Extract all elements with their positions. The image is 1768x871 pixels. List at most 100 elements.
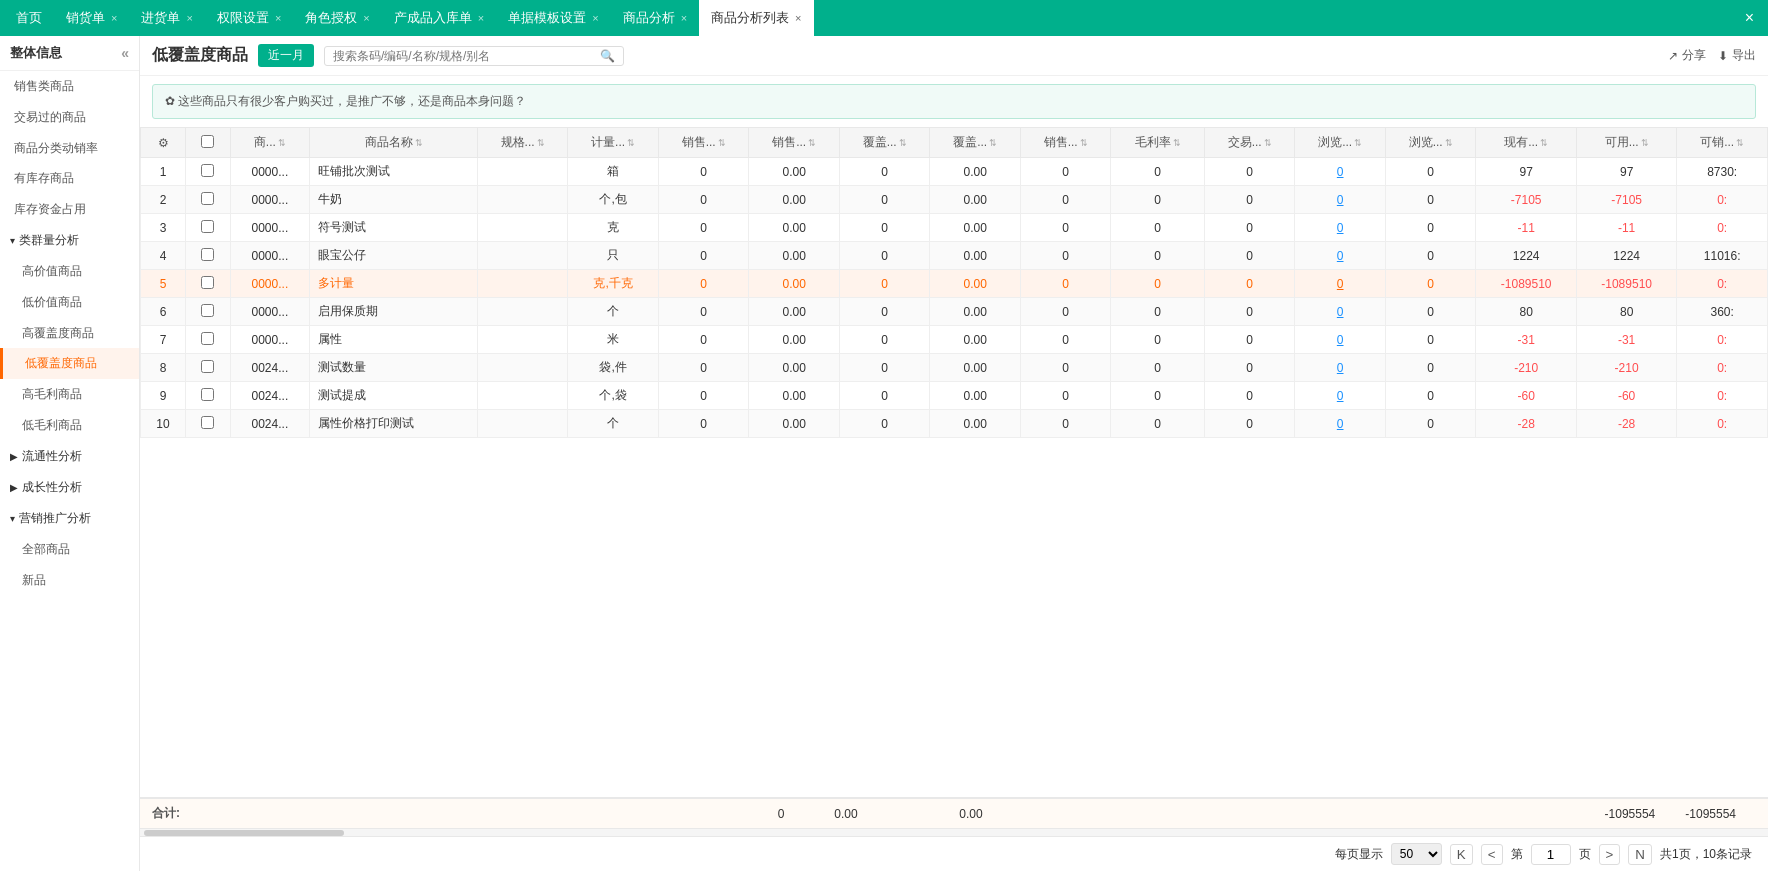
nav-tab-purchase[interactable]: 进货单 × [129, 0, 204, 36]
sidebar-item-category-rate[interactable]: 商品分类动销率 [0, 133, 139, 164]
window-close-button[interactable]: × [1735, 9, 1764, 27]
sidebar-item-capital[interactable]: 库存资金占用 [0, 194, 139, 225]
nav-tab-analysis[interactable]: 商品分析 × [611, 0, 699, 36]
row-name[interactable]: 启用保质期 [310, 298, 478, 326]
close-icon[interactable]: × [111, 12, 117, 24]
row-browse1[interactable]: 0 [1295, 382, 1386, 410]
row-browse1[interactable]: 0 [1295, 270, 1386, 298]
sidebar-group-growth[interactable]: ▶ 成长性分析 [0, 472, 139, 503]
sidebar-group-flow[interactable]: ▶ 流通性分析 [0, 441, 139, 472]
sidebar-group-cluster[interactable]: ▾ 类群量分析 [0, 225, 139, 256]
th-sales-amt[interactable]: 销售...⇅ [749, 128, 840, 158]
page-number-input[interactable] [1531, 844, 1571, 865]
sidebar-item-low-margin[interactable]: 低毛利商品 [0, 410, 139, 441]
row-name[interactable]: 眼宝公仔 [310, 242, 478, 270]
row-checkbox[interactable] [186, 158, 231, 186]
time-filter-button[interactable]: 近一月 [258, 44, 314, 67]
search-input[interactable] [333, 49, 596, 63]
close-icon[interactable]: × [275, 12, 281, 24]
th-cover2[interactable]: 覆盖...⇅ [930, 128, 1021, 158]
row-name[interactable]: 测试提成 [310, 382, 478, 410]
row-name[interactable]: 符号测试 [310, 214, 478, 242]
th-margin[interactable]: 毛利率⇅ [1111, 128, 1204, 158]
prev-page-button[interactable]: < [1481, 844, 1503, 865]
nav-tab-sales[interactable]: 销货单 × [54, 0, 129, 36]
close-icon[interactable]: × [795, 12, 801, 24]
close-icon[interactable]: × [681, 12, 687, 24]
row-checkbox[interactable] [186, 382, 231, 410]
sidebar-item-low-coverage[interactable]: 低覆盖度商品 [0, 348, 139, 379]
sidebar-item-traded-goods[interactable]: 交易过的商品 [0, 102, 139, 133]
row-name[interactable]: 旺铺批次测试 [310, 158, 478, 186]
nav-tab-template[interactable]: 单据模板设置 × [496, 0, 610, 36]
export-button[interactable]: ⬇ 导出 [1718, 47, 1756, 64]
th-sellable[interactable]: 可销...⇅ [1677, 128, 1768, 158]
row-name[interactable]: 多计量 [310, 270, 478, 298]
share-button[interactable]: ↗ 分享 [1668, 47, 1706, 64]
row-browse1[interactable]: 0 [1295, 410, 1386, 438]
close-icon[interactable]: × [478, 12, 484, 24]
th-name[interactable]: 商品名称⇅ [310, 128, 478, 158]
row-checkbox[interactable] [186, 242, 231, 270]
th-checkbox[interactable] [186, 128, 231, 158]
sidebar-item-high-coverage[interactable]: 高覆盖度商品 [0, 318, 139, 349]
th-browse2[interactable]: 浏览...⇅ [1385, 128, 1476, 158]
sidebar-collapse-button[interactable]: « [121, 45, 129, 61]
th-stock1[interactable]: 现有...⇅ [1476, 128, 1576, 158]
nav-tab-inventory[interactable]: 产成品入库单 × [382, 0, 496, 36]
close-icon[interactable]: × [592, 12, 598, 24]
row-trade: 0 [1204, 326, 1295, 354]
th-browse1[interactable]: 浏览...⇅ [1295, 128, 1386, 158]
nav-tab-home[interactable]: 首页 [4, 0, 54, 36]
select-all-checkbox[interactable] [201, 135, 214, 148]
close-icon[interactable]: × [363, 12, 369, 24]
row-name[interactable]: 测试数量 [310, 354, 478, 382]
table-header-row: ⚙ 商...⇅ 商品名称⇅ 规格...⇅ 计量...⇅ 销售...⇅ 销售...… [141, 128, 1768, 158]
nav-tab-perms[interactable]: 权限设置 × [205, 0, 293, 36]
th-sales-qty[interactable]: 销售...⇅ [658, 128, 749, 158]
sidebar-group-marketing[interactable]: ▾ 营销推广分析 [0, 503, 139, 534]
th-trade[interactable]: 交易...⇅ [1204, 128, 1295, 158]
sidebar-item-stocked-goods[interactable]: 有库存商品 [0, 163, 139, 194]
horizontal-scrollbar[interactable] [144, 830, 344, 836]
row-browse1[interactable]: 0 [1295, 298, 1386, 326]
sidebar-item-low-value[interactable]: 低价值商品 [0, 287, 139, 318]
row-name[interactable]: 属性 [310, 326, 478, 354]
row-checkbox[interactable] [186, 410, 231, 438]
row-checkbox[interactable] [186, 270, 231, 298]
th-cover1[interactable]: 覆盖...⇅ [839, 128, 930, 158]
nav-tab-analysis-list[interactable]: 商品分析列表 × [699, 0, 813, 36]
row-name[interactable]: 牛奶 [310, 186, 478, 214]
row-browse1[interactable]: 0 [1295, 326, 1386, 354]
sidebar-item-all-goods[interactable]: 全部商品 [0, 534, 139, 565]
row-browse1[interactable]: 0 [1295, 242, 1386, 270]
sidebar-item-high-margin[interactable]: 高毛利商品 [0, 379, 139, 410]
row-checkbox[interactable] [186, 354, 231, 382]
row-name[interactable]: 属性价格打印测试 [310, 410, 478, 438]
row-checkbox[interactable] [186, 214, 231, 242]
sidebar-item-sales-goods[interactable]: 销售类商品 [0, 71, 139, 102]
settings-icon[interactable]: ⚙ [158, 136, 169, 150]
th-settings[interactable]: ⚙ [141, 128, 186, 158]
page-size-select[interactable]: 20 50 100 200 [1391, 843, 1442, 865]
row-checkbox[interactable] [186, 298, 231, 326]
row-checkbox[interactable] [186, 326, 231, 354]
th-stock2[interactable]: 可用...⇅ [1576, 128, 1676, 158]
th-code[interactable]: 商...⇅ [230, 128, 310, 158]
first-page-button[interactable]: K [1450, 844, 1473, 865]
sidebar-item-high-value[interactable]: 高价值商品 [0, 256, 139, 287]
row-browse1[interactable]: 0 [1295, 214, 1386, 242]
row-browse1[interactable]: 0 [1295, 158, 1386, 186]
row-browse1[interactable]: 0 [1295, 186, 1386, 214]
last-page-button[interactable]: N [1628, 844, 1652, 865]
th-unit[interactable]: 计量...⇅ [568, 128, 659, 158]
th-sales3[interactable]: 销售...⇅ [1020, 128, 1111, 158]
close-icon[interactable]: × [186, 12, 192, 24]
nav-tab-roles[interactable]: 角色授权 × [293, 0, 381, 36]
data-table-wrapper[interactable]: ⚙ 商...⇅ 商品名称⇅ 规格...⇅ 计量...⇅ 销售...⇅ 销售...… [140, 127, 1768, 797]
next-page-button[interactable]: > [1599, 844, 1621, 865]
sidebar-item-new-goods[interactable]: 新品 [0, 565, 139, 596]
th-spec[interactable]: 规格...⇅ [477, 128, 568, 158]
row-browse1[interactable]: 0 [1295, 354, 1386, 382]
row-checkbox[interactable] [186, 186, 231, 214]
